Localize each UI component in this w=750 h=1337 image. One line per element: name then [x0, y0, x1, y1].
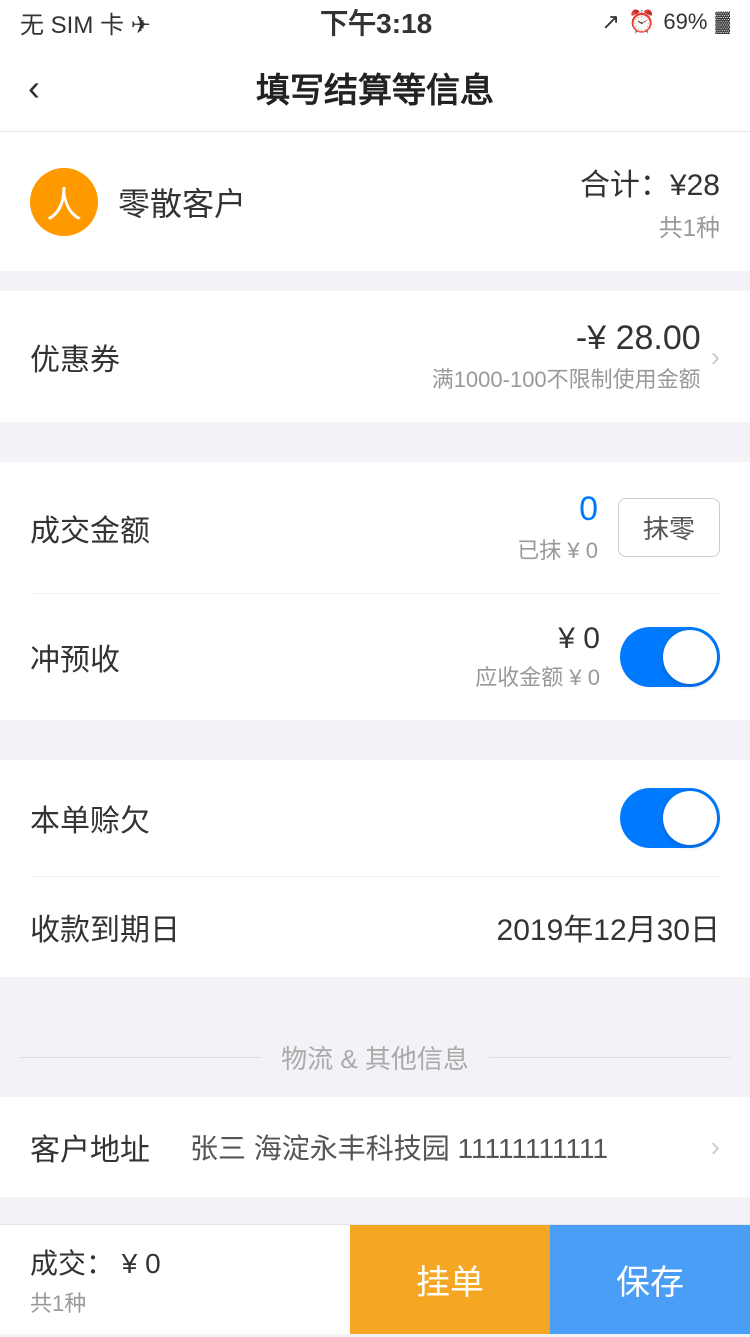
prepayment-sub: 应收金额 ¥ 0 — [475, 660, 600, 692]
bottom-deal: 成交： ¥ 0 — [30, 1242, 320, 1282]
deal-amount-row: 成交金额 0 已抹 ¥ 0 抹零 — [0, 462, 750, 593]
status-bar: 无 SIM 卡 ✈ 下午3:18 ↗ ⏰ 69% ▓ — [0, 0, 750, 44]
due-date-label: 收款到期日 — [30, 905, 180, 949]
no-sim-label: 无 SIM 卡 ✈ — [20, 5, 151, 40]
customer-right: 合计：¥28 共1种 — [580, 160, 720, 243]
bottom-count: 共1种 — [30, 1286, 320, 1318]
address-row[interactable]: 客户地址 张三 海淀永丰科技园 11111111111 › — [0, 1097, 750, 1197]
back-button[interactable]: ‹ — [28, 67, 40, 109]
customer-row: 人 零散客户 合计：¥28 共1种 — [0, 132, 750, 271]
bottom-buttons: 挂单 保存 — [350, 1225, 750, 1334]
battery-icon: ▓ — [715, 11, 730, 34]
debt-section: 本单赊欠 收款到期日 2019年12月30日 — [0, 760, 750, 977]
round-zero-button[interactable]: 抹零 — [618, 498, 720, 557]
total-amount: 合计：¥28 — [580, 160, 720, 204]
status-left: 无 SIM 卡 ✈ — [20, 5, 151, 40]
coupon-right: -¥ 28.00 满1000-100不限制使用金额 › — [432, 319, 720, 394]
prepayment-label: 冲预收 — [30, 635, 120, 679]
bottom-bar: 成交： ¥ 0 共1种 挂单 保存 — [0, 1224, 750, 1334]
customer-section: 人 零散客户 合计：¥28 共1种 — [0, 132, 750, 271]
chevron-right-icon: › — [711, 341, 720, 373]
avatar: 人 — [30, 168, 98, 236]
coupon-desc: 满1000-100不限制使用金额 — [432, 362, 701, 394]
deal-amount-value-block: 0 已抹 ¥ 0 — [517, 490, 598, 565]
prepayment-toggle[interactable] — [620, 627, 720, 687]
debt-right — [620, 788, 720, 848]
coupon-amount: -¥ 28.00 — [432, 319, 701, 358]
section-gap-3 — [0, 997, 750, 1017]
debt-toggle[interactable] — [620, 788, 720, 848]
header-line-left — [20, 1057, 261, 1058]
prepayment-right: ¥ 0 应收金额 ¥ 0 — [475, 622, 720, 692]
page-title: 填写结算等信息 — [256, 63, 494, 112]
nav-bar: ‹ 填写结算等信息 — [0, 44, 750, 132]
deal-amount-label: 成交金额 — [30, 506, 150, 550]
coupon-section: 优惠券 -¥ 28.00 满1000-100不限制使用金额 › — [0, 291, 750, 422]
save-button[interactable]: 保存 — [550, 1225, 750, 1334]
deal-amount-section: 成交金额 0 已抹 ¥ 0 抹零 冲预收 ¥ 0 应收金 — [0, 462, 750, 720]
prepayment-row: 冲预收 ¥ 0 应收金额 ¥ 0 — [0, 594, 750, 720]
customer-left: 人 零散客户 — [30, 168, 246, 236]
deal-amount-sub: 已抹 ¥ 0 — [517, 533, 598, 565]
section-gap-2 — [0, 740, 750, 760]
debt-toggle-thumb — [663, 791, 717, 845]
debt-row: 本单赊欠 — [0, 760, 750, 876]
customer-name: 零散客户 — [118, 179, 246, 225]
debt-label: 本单赊欠 — [30, 796, 150, 840]
status-time: 下午3:18 — [320, 2, 432, 42]
total-count: 共1种 — [580, 208, 720, 243]
address-chevron-icon: › — [711, 1131, 720, 1163]
battery-label: 69% — [663, 9, 707, 35]
prepayment-value-block: ¥ 0 应收金额 ¥ 0 — [475, 622, 600, 692]
status-right: ↗ ⏰ 69% ▓ — [602, 9, 730, 35]
address-value: 张三 海淀永丰科技园 11111111111 — [190, 1127, 671, 1167]
coupon-row[interactable]: 优惠券 -¥ 28.00 满1000-100不限制使用金额 › — [0, 291, 750, 422]
header-line-right — [489, 1057, 730, 1058]
deal-amount-value[interactable]: 0 — [579, 490, 598, 528]
coupon-label: 优惠券 — [30, 335, 120, 379]
pending-button[interactable]: 挂单 — [350, 1225, 550, 1334]
address-label: 客户地址 — [30, 1125, 150, 1169]
logistics-header: 物流 & 其他信息 — [0, 1017, 750, 1097]
bottom-deal-label: 成交： — [30, 1248, 114, 1279]
logistics-header-text: 物流 & 其他信息 — [281, 1039, 469, 1076]
bottom-info: 成交： ¥ 0 共1种 — [0, 1242, 350, 1318]
bottom-deal-value: ¥ 0 — [122, 1248, 161, 1279]
toggle-thumb — [663, 630, 717, 684]
alarm-icon: ⏰ — [628, 9, 655, 35]
location-icon: ↗ — [602, 9, 620, 35]
prepayment-value: ¥ 0 — [558, 622, 600, 655]
due-date-value: 2019年12月30日 — [497, 905, 720, 949]
section-gap-1 — [0, 442, 750, 462]
due-date-row: 收款到期日 2019年12月30日 — [0, 877, 750, 977]
address-section: 客户地址 张三 海淀永丰科技园 11111111111 › — [0, 1097, 750, 1197]
coupon-value-block: -¥ 28.00 满1000-100不限制使用金额 — [432, 319, 701, 394]
deal-amount-right: 0 已抹 ¥ 0 抹零 — [517, 490, 720, 565]
